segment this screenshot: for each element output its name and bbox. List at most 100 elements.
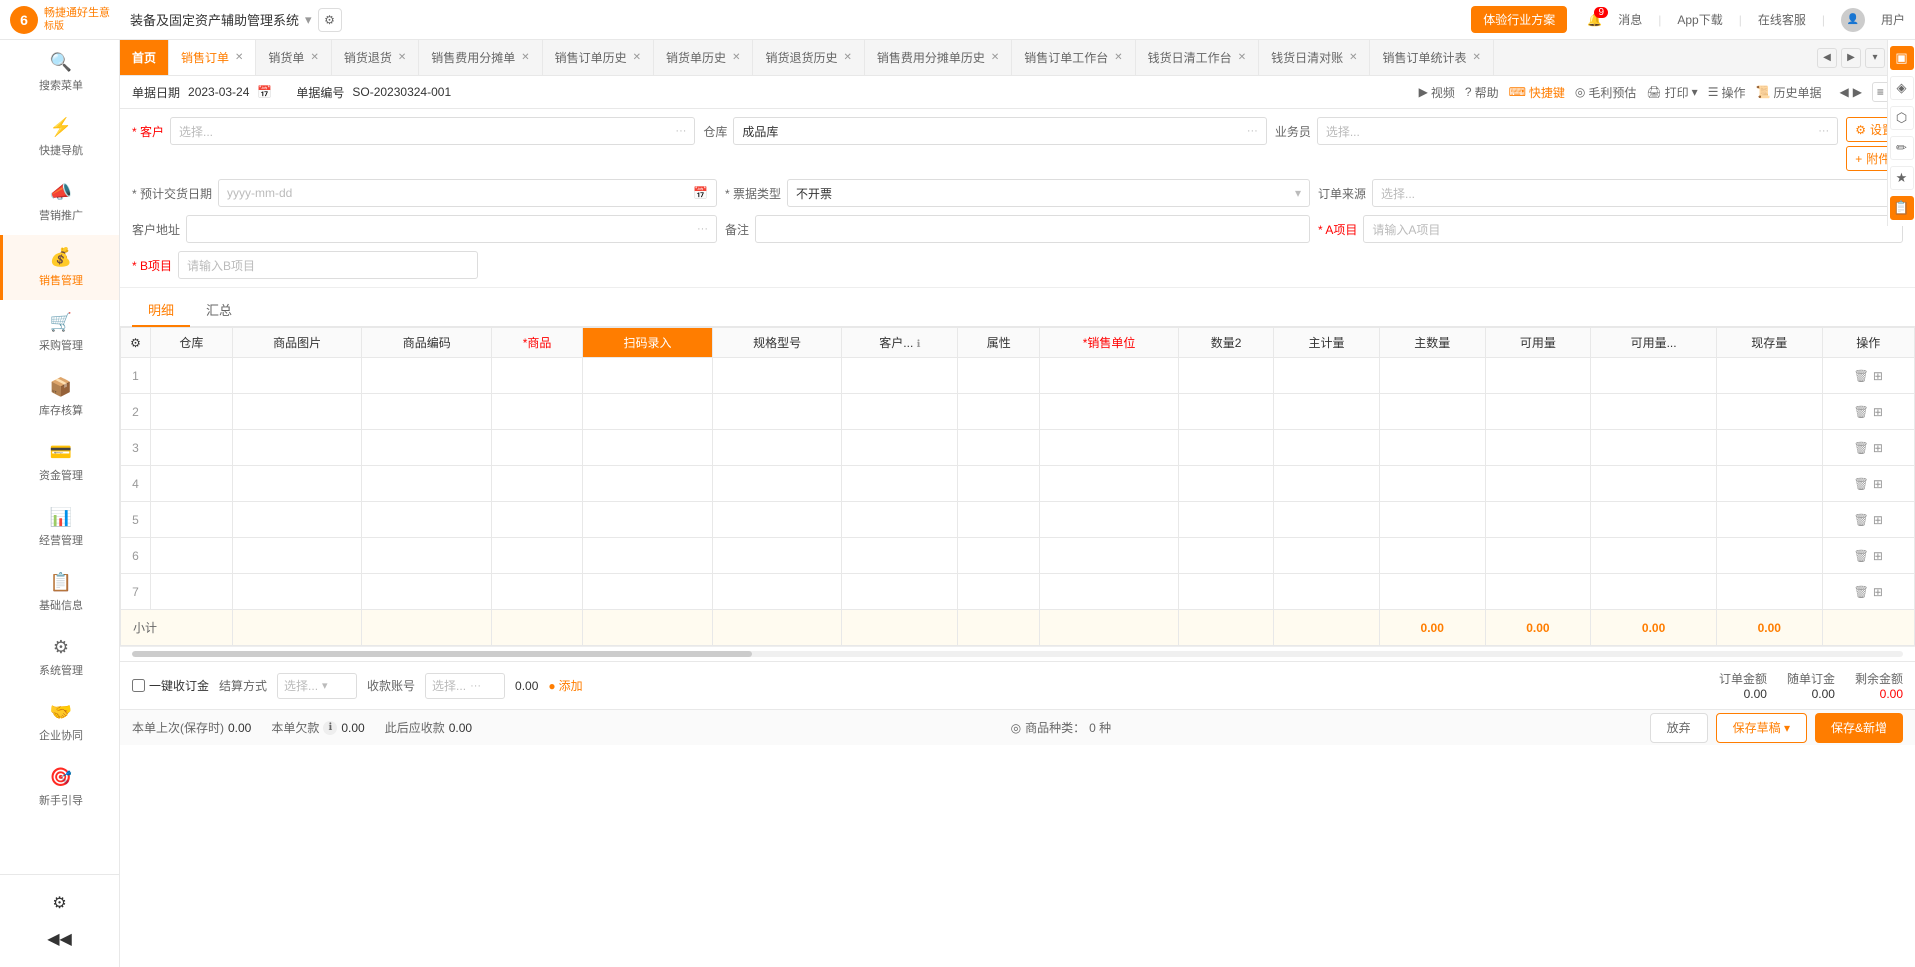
row-copy-btn-3[interactable]: ⊞ <box>1873 441 1883 455</box>
row-copy-btn-1[interactable]: ⊞ <box>1873 369 1883 383</box>
rp-btn-3[interactable]: ⬡ <box>1890 106 1914 130</box>
tab-fee-history[interactable]: 销售费用分摊单历史 ✕ <box>865 40 1012 76</box>
sidebar-item-collab[interactable]: 🤝 企业协同 <box>0 690 119 755</box>
add-payment-btn[interactable]: ● 添加 <box>548 677 582 694</box>
tab-sales-order[interactable]: 销售订单 ✕ <box>169 40 256 76</box>
warehouse-select[interactable]: 成品库 ··· <box>733 117 1266 145</box>
sidebar-collapse[interactable]: ◀◀ <box>0 921 119 957</box>
sidebar-item-guide[interactable]: 🎯 新手引导 <box>0 755 119 820</box>
online-service[interactable]: 在线客服 <box>1758 11 1806 28</box>
tab-close-workbench[interactable]: ✕ <box>1114 52 1122 63</box>
tab-workbench[interactable]: 销售订单工作台 ✕ <box>1012 40 1135 76</box>
sidebar-item-management[interactable]: 📊 经营管理 <box>0 495 119 560</box>
system-settings-button[interactable]: ⚙ <box>318 8 342 32</box>
app-download[interactable]: App下载 <box>1677 11 1722 28</box>
invoice-type-select[interactable]: 不开票 ▾ <box>787 179 1310 207</box>
sidebar-item-system[interactable]: ⚙ 系统管理 <box>0 625 119 690</box>
row-delete-btn-7[interactable]: 🗑 <box>1854 585 1869 599</box>
tab-reconcile[interactable]: 钱货日清对账 ✕ <box>1259 40 1370 76</box>
notification-bell[interactable]: 🔔 9 <box>1587 13 1602 27</box>
sidebar-item-finance[interactable]: 💳 资金管理 <box>0 430 119 495</box>
sidebar-item-purchase[interactable]: 🛒 采购管理 <box>0 300 119 365</box>
row-copy-btn-5[interactable]: ⊞ <box>1873 513 1883 527</box>
sidebar-item-search[interactable]: 🔍 搜索菜单 <box>0 40 119 105</box>
delivery-date-input[interactable]: yyyy-mm-dd 📅 <box>218 179 717 207</box>
row-copy-btn-7[interactable]: ⊞ <box>1873 585 1883 599</box>
sidebar-item-inventory[interactable]: 📦 库存核算 <box>0 365 119 430</box>
rp-btn-4[interactable]: ✏ <box>1890 136 1914 160</box>
order-source-select[interactable]: 选择... ▾ <box>1372 179 1903 207</box>
sidebar-item-sales[interactable]: 💰 销售管理 <box>0 235 119 300</box>
tab-close-statistics[interactable]: ✕ <box>1473 52 1481 63</box>
row-delete-btn-3[interactable]: 🗑 <box>1854 441 1869 455</box>
customer-input[interactable]: 选择... ··· <box>170 117 695 145</box>
print-btn[interactable]: 🖨 打印 ▾ <box>1646 84 1697 101</box>
history-btn[interactable]: 📜 历史单据 <box>1755 84 1821 101</box>
view-video-btn[interactable]: ▶ 视频 <box>1419 84 1455 101</box>
row-delete-btn-4[interactable]: 🗑 <box>1854 477 1869 491</box>
sidebar-item-basic[interactable]: 📋 基础信息 <box>0 560 119 625</box>
a-project-input[interactable]: 请输入A项目 <box>1363 215 1903 243</box>
row-delete-btn-1[interactable]: 🗑 <box>1854 369 1869 383</box>
save-new-btn[interactable]: 保存&新增 <box>1815 713 1903 743</box>
account-select[interactable]: 选择... ··· <box>425 673 505 699</box>
industry-btn[interactable]: 体验行业方案 <box>1471 6 1567 33</box>
tab-sales-invoice[interactable]: 销货单 ✕ <box>256 40 331 76</box>
tab-close-return-history[interactable]: ✕ <box>843 52 851 63</box>
row-delete-btn-5[interactable]: 🗑 <box>1854 513 1869 527</box>
tab-close-fee-history[interactable]: ✕ <box>991 52 999 63</box>
tab-close-sales-order[interactable]: ✕ <box>235 52 243 63</box>
tab-home[interactable]: 首页 <box>120 40 169 76</box>
row-copy-btn-6[interactable]: ⊞ <box>1873 549 1883 563</box>
salesperson-input[interactable]: 选择... ··· <box>1317 117 1838 145</box>
rp-btn-5[interactable]: ★ <box>1890 166 1914 190</box>
row-copy-btn-2[interactable]: ⊞ <box>1873 405 1883 419</box>
address-input[interactable]: ··· <box>186 215 717 243</box>
tab-statistics[interactable]: 销售订单统计表 ✕ <box>1370 40 1493 76</box>
sidebar-item-shortcuts[interactable]: ⚡ 快捷导航 <box>0 105 119 170</box>
tab-summary[interactable]: 汇总 <box>190 294 248 327</box>
row-delete-btn-6[interactable]: 🗑 <box>1854 549 1869 563</box>
tab-sales-return[interactable]: 销货退货 ✕ <box>332 40 419 76</box>
tab-close-return[interactable]: ✕ <box>398 52 406 63</box>
tab-detail[interactable]: 明细 <box>132 294 190 327</box>
sidebar-settings[interactable]: ⚙ <box>0 885 119 921</box>
system-dropdown-arrow[interactable]: ▾ <box>305 12 312 28</box>
calendar-icon[interactable]: 📅 <box>257 85 272 99</box>
rp-btn-1[interactable]: ▣ <box>1890 46 1914 70</box>
tab-invoice-history[interactable]: 销货单历史 ✕ <box>654 40 753 76</box>
tab-close-fee[interactable]: ✕ <box>521 52 529 63</box>
user-name[interactable]: 用户 <box>1881 11 1905 28</box>
tab-prev-arrow[interactable]: ◀ <box>1817 48 1837 68</box>
tab-close-daily[interactable]: ✕ <box>1238 52 1246 63</box>
payment-method-select[interactable]: 选择... ▾ <box>277 673 357 699</box>
row-copy-btn-4[interactable]: ⊞ <box>1873 477 1883 491</box>
save-draft-btn[interactable]: 保存草稿 ▾ <box>1716 713 1807 743</box>
tab-close-invoice[interactable]: ✕ <box>310 52 318 63</box>
shortcut-btn[interactable]: ⌨ 快捷键 <box>1509 84 1565 101</box>
col-gear[interactable]: ⚙ <box>121 328 151 358</box>
rp-btn-2[interactable]: ◈ <box>1890 76 1914 100</box>
one-click-checkbox[interactable] <box>132 679 145 692</box>
row-delete-btn-2[interactable]: 🗑 <box>1854 405 1869 419</box>
tab-sales-fee[interactable]: 销售费用分摊单 ✕ <box>419 40 542 76</box>
profit-btn[interactable]: ◎ 毛利预估 <box>1575 84 1637 101</box>
tab-close-invoice-history[interactable]: ✕ <box>732 52 740 63</box>
rp-btn-6[interactable]: 📋 <box>1890 196 1914 220</box>
tab-return-history[interactable]: 销货退货历史 ✕ <box>753 40 864 76</box>
memo-input[interactable] <box>755 215 1310 243</box>
horizontal-scrollbar-thumb[interactable] <box>132 651 752 657</box>
tab-sales-order-history[interactable]: 销售订单历史 ✕ <box>543 40 654 76</box>
tab-next-arrow[interactable]: ▶ <box>1841 48 1861 68</box>
tab-daily-clear[interactable]: 钱货日清工作台 ✕ <box>1136 40 1259 76</box>
col-scan[interactable]: 扫码录入 <box>583 328 713 358</box>
one-click-label[interactable]: 一键收订金 <box>132 677 209 694</box>
operation-btn[interactable]: ☰ 操作 <box>1708 84 1746 101</box>
next-record-btn[interactable]: ▶ <box>1853 85 1862 99</box>
sidebar-item-marketing[interactable]: 📣 营销推广 <box>0 170 119 235</box>
b-project-input[interactable]: 请输入B项目 <box>178 251 478 279</box>
discard-btn[interactable]: 放弃 <box>1650 713 1708 743</box>
tab-close-reconcile[interactable]: ✕ <box>1349 52 1357 63</box>
tab-menu-arrow[interactable]: ▾ <box>1865 48 1885 68</box>
prev-record-btn[interactable]: ◀ <box>1839 85 1848 99</box>
